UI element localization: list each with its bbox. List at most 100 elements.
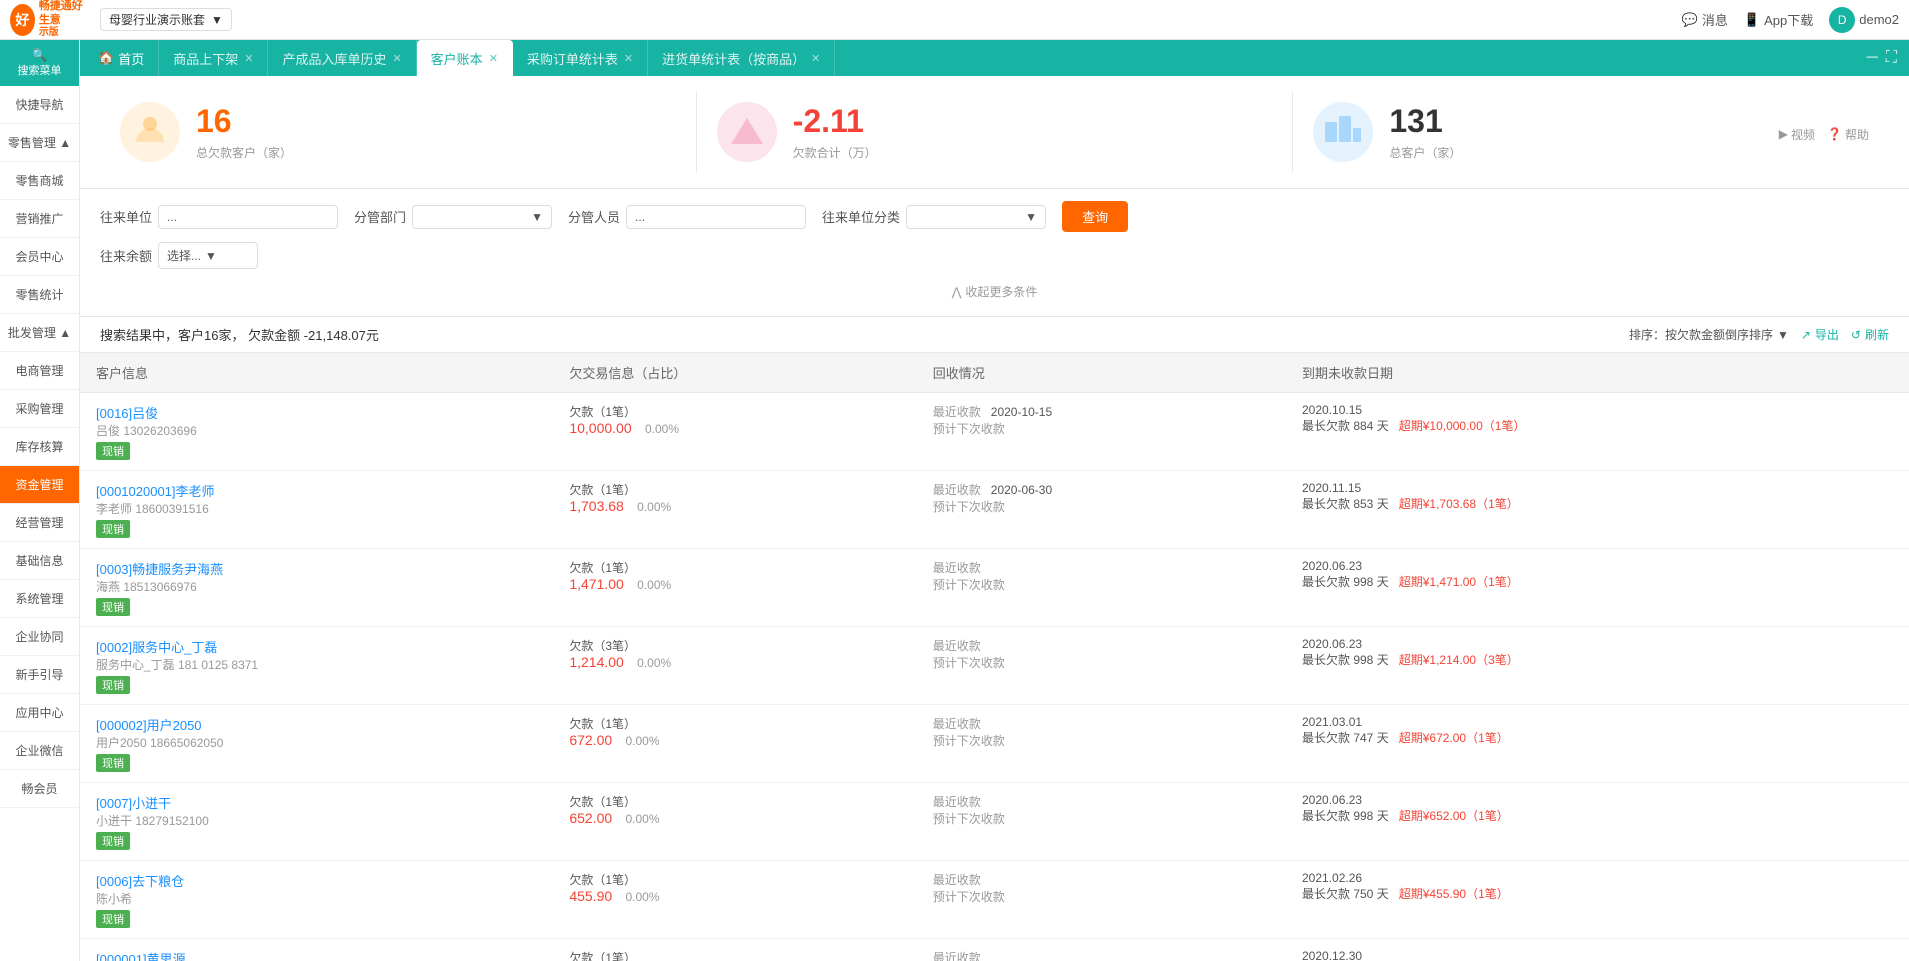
sidebar-item-retail-mall[interactable]: 零售商城 bbox=[0, 162, 79, 200]
debt-amount[interactable]: 1,703.68 bbox=[569, 498, 624, 514]
sort-btn[interactable]: 排序：按欠款金额倒序排序 ▼ bbox=[1629, 326, 1789, 343]
next-pay-row: 预计下次收款 bbox=[933, 810, 1270, 827]
table-row[interactable]: [0001020001]李老师 李老师 18600391516 现销 欠款（1笔… bbox=[80, 471, 1909, 549]
sidebar-item-inventory[interactable]: 库存核算 bbox=[0, 428, 79, 466]
stat-value-debt-total: -2.11 bbox=[793, 103, 877, 140]
overdue-date-value: 2020.06.23 bbox=[1302, 559, 1893, 573]
debt-amount[interactable]: 1,214.00 bbox=[569, 654, 624, 670]
tab-close-icon[interactable]: ✕ bbox=[811, 52, 820, 65]
sidebar-item-app-center[interactable]: 应用中心 bbox=[0, 694, 79, 732]
customer-name-link[interactable]: [000001]黄思源 bbox=[96, 949, 537, 961]
overdue-amount-link[interactable]: 超期¥10,000.00（1笔） bbox=[1399, 419, 1526, 433]
source-unit-label: 往来单位 bbox=[100, 207, 152, 226]
customer-name-link[interactable]: [0001020001]李老师 bbox=[96, 481, 537, 500]
tab-customer-account[interactable]: 客户账本 ✕ bbox=[417, 40, 513, 76]
dept-select[interactable]: ▼ bbox=[412, 205, 552, 229]
sidebar-item-ecom-mgmt[interactable]: 电商管理 bbox=[0, 352, 79, 390]
sidebar-item-new-guide[interactable]: 新手引导 bbox=[0, 656, 79, 694]
video-btn[interactable]: ▶ 视频 bbox=[1779, 126, 1815, 143]
user-btn[interactable]: D demo2 bbox=[1829, 7, 1899, 33]
debt-amount[interactable]: 652.00 bbox=[569, 810, 612, 826]
sidebar-item-retail-mgmt[interactable]: 零售管理 ▲ bbox=[0, 124, 79, 162]
cell-customer-info: [0003]畅捷服务尹海燕 海燕 18513066976 现销 bbox=[80, 549, 553, 627]
overdue-info-row: 最长欠款 853 天 超期¥1,703.68（1笔） bbox=[1302, 495, 1893, 512]
stat-card-debt-total: -2.11 欠款合计（万） bbox=[697, 92, 1294, 172]
message-btn[interactable]: 💬 消息 bbox=[1682, 10, 1728, 29]
debt-amount-row: 1,214.00 0.00% bbox=[569, 654, 900, 670]
table-row[interactable]: [0003]畅捷服务尹海燕 海燕 18513066976 现销 欠款（1笔） 1… bbox=[80, 549, 1909, 627]
store-selector[interactable]: 母婴行业演示账套 ▼ bbox=[100, 8, 232, 31]
balance-select[interactable]: 选择... ▼ bbox=[158, 242, 258, 269]
sidebar-item-vip[interactable]: 畅会员 bbox=[0, 770, 79, 808]
tab-production[interactable]: 产成品入库单历史 ✕ bbox=[268, 40, 416, 76]
collapse-btn[interactable]: ⋀ 收起更多条件 bbox=[100, 279, 1889, 304]
table-row[interactable]: [000001]黄思源 黄思源 13552700226 现销 欠款（1笔） 42… bbox=[80, 939, 1909, 961]
table-row[interactable]: [0002]服务中心_丁磊 服务中心_丁磊 181 0125 8371 现销 欠… bbox=[80, 627, 1909, 705]
overdue-amount-link[interactable]: 超期¥455.90（1笔） bbox=[1399, 887, 1509, 901]
source-unit-input[interactable]: ... bbox=[158, 205, 338, 229]
sidebar-item-finance[interactable]: 资金管理 bbox=[0, 466, 79, 504]
tab-close-icon[interactable]: ✕ bbox=[244, 52, 253, 65]
tab-purchase-stat[interactable]: 进货单统计表（按商品） ✕ bbox=[648, 40, 835, 76]
sidebar-item-basic-info[interactable]: 基础信息 bbox=[0, 542, 79, 580]
debt-amount[interactable]: 1,471.00 bbox=[569, 576, 624, 592]
customer-phone: 小迸干 18279152100 bbox=[96, 812, 537, 829]
sidebar-label: 系统管理 bbox=[15, 592, 63, 606]
table-row[interactable]: [0006]去下粮仓 陈小希 现销 欠款（1笔） 455.90 0.00% 最近… bbox=[80, 861, 1909, 939]
help-btn[interactable]: ❓ 帮助 bbox=[1827, 126, 1869, 143]
refresh-btn[interactable]: ↺ 刷新 bbox=[1851, 326, 1889, 343]
customer-name-link[interactable]: [000002]用户2050 bbox=[96, 715, 537, 734]
customer-name-link[interactable]: [0007]小迸干 bbox=[96, 793, 537, 812]
overdue-amount-link[interactable]: 超期¥1,471.00（1笔） bbox=[1399, 575, 1519, 589]
sidebar-item-wechat[interactable]: 企业微信 bbox=[0, 732, 79, 770]
manager-input[interactable]: ... bbox=[626, 205, 806, 229]
tab-close-icon[interactable]: ✕ bbox=[624, 52, 633, 65]
tab-maximize-btn[interactable]: ⛶ bbox=[1886, 49, 1897, 67]
top-bar: 好 畅捷通好生意 示版 母婴行业演示账套 ▼ 💬 消息 📱 App下载 D de… bbox=[0, 0, 1909, 40]
debt-amount[interactable]: 672.00 bbox=[569, 732, 612, 748]
query-button[interactable]: 查询 bbox=[1062, 201, 1128, 232]
overdue-amount-link[interactable]: 超期¥1,214.00（3笔） bbox=[1399, 653, 1519, 667]
debt-count: 欠款（1笔） bbox=[569, 481, 900, 498]
cell-customer-info: [0006]去下粮仓 陈小希 现销 bbox=[80, 861, 553, 939]
result-debt-total: 欠款金额 -21,148.07元 bbox=[248, 328, 379, 343]
cell-overdue-date: 2020.11.15 最长欠款 853 天 超期¥1,703.68（1笔） bbox=[1286, 471, 1909, 549]
overdue-amount-link[interactable]: 超期¥1,703.68（1笔） bbox=[1399, 497, 1519, 511]
tab-close-icon[interactable]: ✕ bbox=[489, 52, 498, 65]
sidebar-label: 会员中心 bbox=[15, 250, 63, 264]
tab-minimize-btn[interactable]: ─ bbox=[1866, 49, 1877, 67]
cell-overdue-date: 2020.12.30 最长欠款 808 天 超期¥429.00（1笔） bbox=[1286, 939, 1909, 961]
app-download-btn[interactable]: 📱 App下载 bbox=[1744, 10, 1813, 29]
search-menu-btn[interactable]: 🔍 搜索菜单 bbox=[0, 40, 79, 86]
table-row[interactable]: [0016]吕俊 吕俊 13026203696 现销 欠款（1笔） 10,000… bbox=[80, 393, 1909, 471]
tab-close-icon[interactable]: ✕ bbox=[392, 52, 401, 65]
debt-amount[interactable]: 10,000.00 bbox=[569, 420, 631, 436]
unit-category-select[interactable]: ▼ bbox=[906, 205, 1046, 229]
customer-name-link[interactable]: [0002]服务中心_丁磊 bbox=[96, 637, 537, 656]
tab-products[interactable]: 商品上下架 ✕ bbox=[159, 40, 268, 76]
sidebar-item-enterprise[interactable]: 企业协同 bbox=[0, 618, 79, 656]
sidebar-item-quick-nav[interactable]: 快捷导航 bbox=[0, 86, 79, 124]
export-btn[interactable]: ↗ 导出 bbox=[1801, 326, 1839, 343]
sidebar-item-batch-mgmt[interactable]: 批发管理 ▲ bbox=[0, 314, 79, 352]
recent-pay-label: 最近收款 bbox=[933, 483, 981, 497]
customer-name-link[interactable]: [0016]吕俊 bbox=[96, 403, 537, 422]
sidebar-item-ops-mgmt[interactable]: 经营管理 bbox=[0, 504, 79, 542]
sidebar-item-members[interactable]: 会员中心 bbox=[0, 238, 79, 276]
customer-name-link[interactable]: [0006]去下粮仓 bbox=[96, 871, 537, 890]
tab-purchase-order[interactable]: 采购订单统计表 ✕ bbox=[513, 40, 648, 76]
unit-category-arrow: ▼ bbox=[1025, 210, 1037, 224]
overdue-date-value: 2021.03.01 bbox=[1302, 715, 1893, 729]
tab-home[interactable]: 🏠 首页 bbox=[84, 40, 159, 76]
sidebar-item-retail-stats[interactable]: 零售统计 bbox=[0, 276, 79, 314]
sidebar-label: 零售管理 ▲ bbox=[8, 136, 71, 150]
table-row[interactable]: [0007]小迸干 小迸干 18279152100 现销 欠款（1笔） 652.… bbox=[80, 783, 1909, 861]
sidebar-item-purchase-mgmt[interactable]: 采购管理 bbox=[0, 390, 79, 428]
overdue-amount-link[interactable]: 超期¥672.00（1笔） bbox=[1399, 731, 1509, 745]
sidebar-item-sys-mgmt[interactable]: 系统管理 bbox=[0, 580, 79, 618]
customer-name-link[interactable]: [0003]畅捷服务尹海燕 bbox=[96, 559, 537, 578]
sidebar-item-marketing[interactable]: 营销推广 bbox=[0, 200, 79, 238]
overdue-amount-link[interactable]: 超期¥652.00（1笔） bbox=[1399, 809, 1509, 823]
debt-amount[interactable]: 455.90 bbox=[569, 888, 612, 904]
table-row[interactable]: [000002]用户2050 用户2050 18665062050 现销 欠款（… bbox=[80, 705, 1909, 783]
